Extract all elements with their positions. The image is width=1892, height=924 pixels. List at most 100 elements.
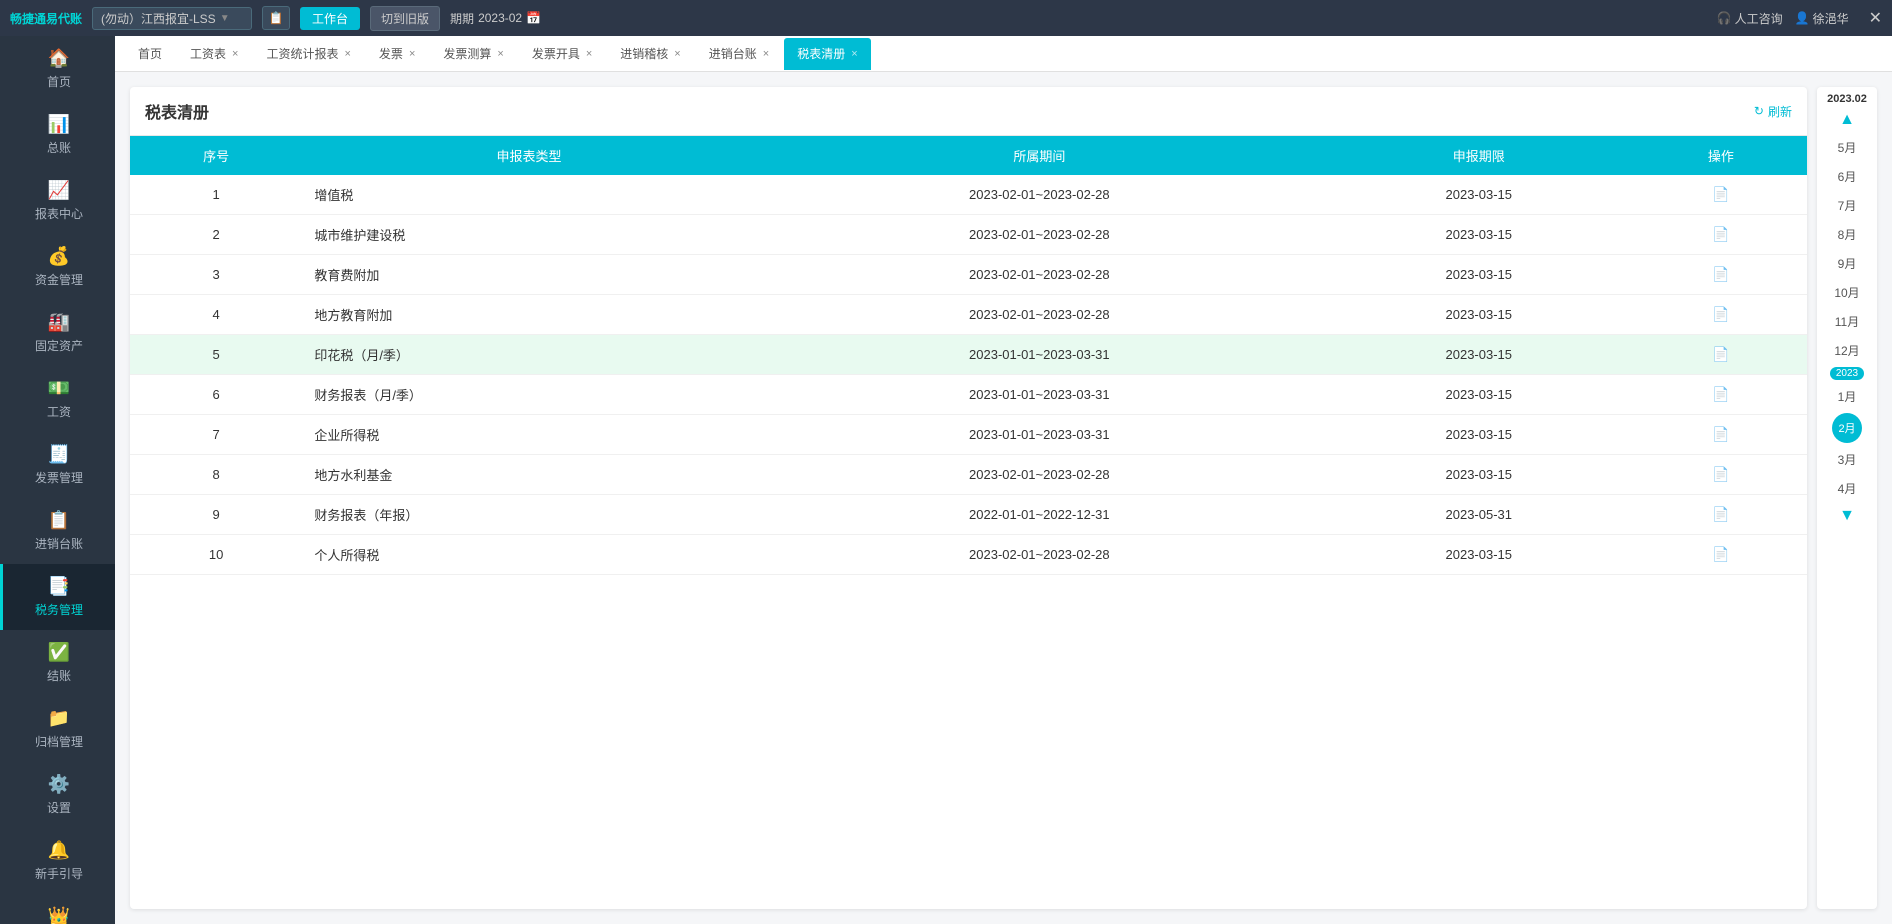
action-icon[interactable]: 📄 — [1712, 186, 1729, 202]
content-area: 首页 工资表 × 工资统计报表 × 发票 × 发票测算 × 发票开具 × — [115, 36, 1892, 924]
tab-salary-report[interactable]: 工资统计报表 × — [253, 38, 363, 70]
purchase-sales-icon: 📋 — [48, 510, 70, 531]
sidebar-item-tax[interactable]: 📑 税务管理 — [0, 564, 115, 630]
company-selector[interactable]: (勿动）江西报宜-LSS ▼ — [92, 7, 252, 30]
col-period: 所属期间 — [756, 136, 1323, 175]
action-icon[interactable]: 📄 — [1712, 226, 1729, 242]
user-profile-btn[interactable]: 👤 徐浥华 — [1795, 10, 1849, 27]
cell-action[interactable]: 📄 — [1635, 215, 1807, 255]
col-type: 申报表类型 — [302, 136, 755, 175]
cell-no: 6 — [130, 375, 302, 415]
invoice-icon: 🧾 — [48, 444, 70, 465]
cell-period: 2023-01-01~2023-03-31 — [756, 335, 1323, 375]
tab-salary-table[interactable]: 工资表 × — [177, 38, 251, 70]
month-12[interactable]: 12月 — [1817, 336, 1877, 365]
sidebar-item-purchase-sales[interactable]: 📋 进销台账 — [0, 498, 115, 564]
tab-invoice-issue[interactable]: 发票开具 × — [519, 38, 605, 70]
action-icon[interactable]: 📄 — [1712, 346, 1729, 362]
action-icon[interactable]: 📄 — [1712, 506, 1729, 522]
cell-action[interactable]: 📄 — [1635, 175, 1807, 215]
tab-tax-register-close[interactable]: × — [851, 48, 857, 60]
sidebar-item-archive[interactable]: 📁 归档管理 — [0, 696, 115, 762]
sidebar-item-guide[interactable]: 🔔 新手引导 — [0, 828, 115, 894]
cell-action[interactable]: 📄 — [1635, 455, 1807, 495]
action-icon[interactable]: 📄 — [1712, 546, 1729, 562]
cell-period: 2023-01-01~2023-03-31 — [756, 415, 1323, 455]
sidebar-item-closing[interactable]: ✅ 结账 — [0, 630, 115, 696]
tab-tax-register[interactable]: 税表清册 × — [784, 38, 870, 70]
month-11[interactable]: 11月 — [1817, 307, 1877, 336]
month-3[interactable]: 3月 — [1817, 445, 1877, 474]
cell-action[interactable]: 📄 — [1635, 495, 1807, 535]
top-bar: 畅捷通易代账 (勿动）江西报宜-LSS ▼ 📋 工作台 切到旧版 期期 2023… — [0, 0, 1892, 36]
tab-bar: 首页 工资表 × 工资统计报表 × 发票 × 发票测算 × 发票开具 × — [115, 36, 1892, 72]
workbench-button[interactable]: 工作台 — [300, 7, 360, 30]
cell-action[interactable]: 📄 — [1635, 375, 1807, 415]
tab-invoice-calc[interactable]: 发票测算 × — [430, 38, 516, 70]
tab-audit-close[interactable]: × — [674, 48, 680, 60]
calendar-icon-btn[interactable]: 📋 — [262, 6, 290, 30]
sidebar: 🏠 首页 📊 总账 📈 报表中心 💰 资金管理 🏭 固定资产 💵 工资 🧾 发票… — [0, 36, 115, 924]
sidebar-item-funds[interactable]: 💰 资金管理 — [0, 234, 115, 300]
cell-action[interactable]: 📄 — [1635, 255, 1807, 295]
month-5[interactable]: 5月 — [1817, 133, 1877, 162]
close-window-button[interactable]: ✕ — [1869, 8, 1882, 28]
month-1[interactable]: 1月 — [1817, 382, 1877, 411]
tab-invoice[interactable]: 发票 × — [366, 38, 428, 70]
month-10[interactable]: 10月 — [1817, 278, 1877, 307]
tab-purchase-ledger-close[interactable]: × — [763, 48, 769, 60]
human-consult-btn[interactable]: 🎧 人工咨询 — [1717, 10, 1783, 27]
sidebar-item-ledger[interactable]: 📊 总账 — [0, 102, 115, 168]
sidebar-label-salary: 工资 — [47, 403, 71, 420]
tab-invoice-issue-close[interactable]: × — [586, 48, 592, 60]
month-4[interactable]: 4月 — [1817, 474, 1877, 503]
sidebar-item-home[interactable]: 🏠 首页 — [0, 36, 115, 102]
cell-deadline: 2023-03-15 — [1323, 335, 1635, 375]
action-icon[interactable]: 📄 — [1712, 386, 1729, 402]
action-icon[interactable]: 📄 — [1712, 306, 1729, 322]
sidebar-item-salary[interactable]: 💵 工资 — [0, 366, 115, 432]
assets-icon: 🏭 — [48, 312, 70, 333]
sidebar-item-assets[interactable]: 🏭 固定资产 — [0, 300, 115, 366]
cell-period: 2023-02-01~2023-02-28 — [756, 295, 1323, 335]
tab-invoice-calc-close[interactable]: × — [497, 48, 503, 60]
cell-action[interactable]: 📄 — [1635, 415, 1807, 455]
month-9[interactable]: 9月 — [1817, 249, 1877, 278]
cell-action[interactable]: 📄 — [1635, 535, 1807, 575]
col-deadline: 申报期限 — [1323, 136, 1635, 175]
year-2023-badge[interactable]: 2023 — [1830, 367, 1864, 380]
page-title: 税表清册 — [145, 99, 209, 123]
table-row: 1 增值税 2023-02-01~2023-02-28 2023-03-15 📄 — [130, 175, 1807, 215]
tab-salary-table-close[interactable]: × — [232, 48, 238, 60]
tab-salary-report-close[interactable]: × — [344, 48, 350, 60]
month-8[interactable]: 8月 — [1817, 220, 1877, 249]
cell-action[interactable]: 📄 — [1635, 335, 1807, 375]
refresh-button[interactable]: ↻ 刷新 — [1754, 103, 1792, 120]
cell-no: 8 — [130, 455, 302, 495]
month-6[interactable]: 6月 — [1817, 162, 1877, 191]
table-row: 2 城市维护建设税 2023-02-01~2023-02-28 2023-03-… — [130, 215, 1807, 255]
scroll-down-btn[interactable]: ▼ — [1835, 503, 1859, 529]
home-icon: 🏠 — [48, 48, 70, 69]
action-icon[interactable]: 📄 — [1712, 426, 1729, 442]
scroll-up-btn[interactable]: ▲ — [1835, 107, 1859, 133]
cell-action[interactable]: 📄 — [1635, 295, 1807, 335]
action-icon[interactable]: 📄 — [1712, 266, 1729, 282]
sidebar-item-invoice[interactable]: 🧾 发票管理 — [0, 432, 115, 498]
top-bar-right: 🎧 人工咨询 👤 徐浥华 ✕ — [1717, 8, 1882, 28]
table-container: 序号 申报表类型 所属期间 申报期限 操作 1 增值税 2023-02-01~2… — [130, 136, 1807, 909]
month-7[interactable]: 7月 — [1817, 191, 1877, 220]
month-2-active[interactable]: 2月 — [1832, 413, 1862, 443]
tab-purchase-ledger[interactable]: 进销台账 × — [696, 38, 782, 70]
tab-audit[interactable]: 进销稽核 × — [607, 38, 693, 70]
table-row: 10 个人所得税 2023-02-01~2023-02-28 2023-03-1… — [130, 535, 1807, 575]
sidebar-label-tax: 税务管理 — [35, 601, 83, 618]
sidebar-item-member[interactable]: 👑 畅会员 — [0, 894, 115, 924]
tab-home[interactable]: 首页 — [125, 38, 175, 70]
sidebar-item-reports[interactable]: 📈 报表中心 — [0, 168, 115, 234]
tab-invoice-close[interactable]: × — [409, 48, 415, 60]
cell-period: 2022-01-01~2022-12-31 — [756, 495, 1323, 535]
switch-version-button[interactable]: 切到旧版 — [370, 6, 440, 31]
action-icon[interactable]: 📄 — [1712, 466, 1729, 482]
sidebar-item-settings[interactable]: ⚙️ 设置 — [0, 762, 115, 828]
